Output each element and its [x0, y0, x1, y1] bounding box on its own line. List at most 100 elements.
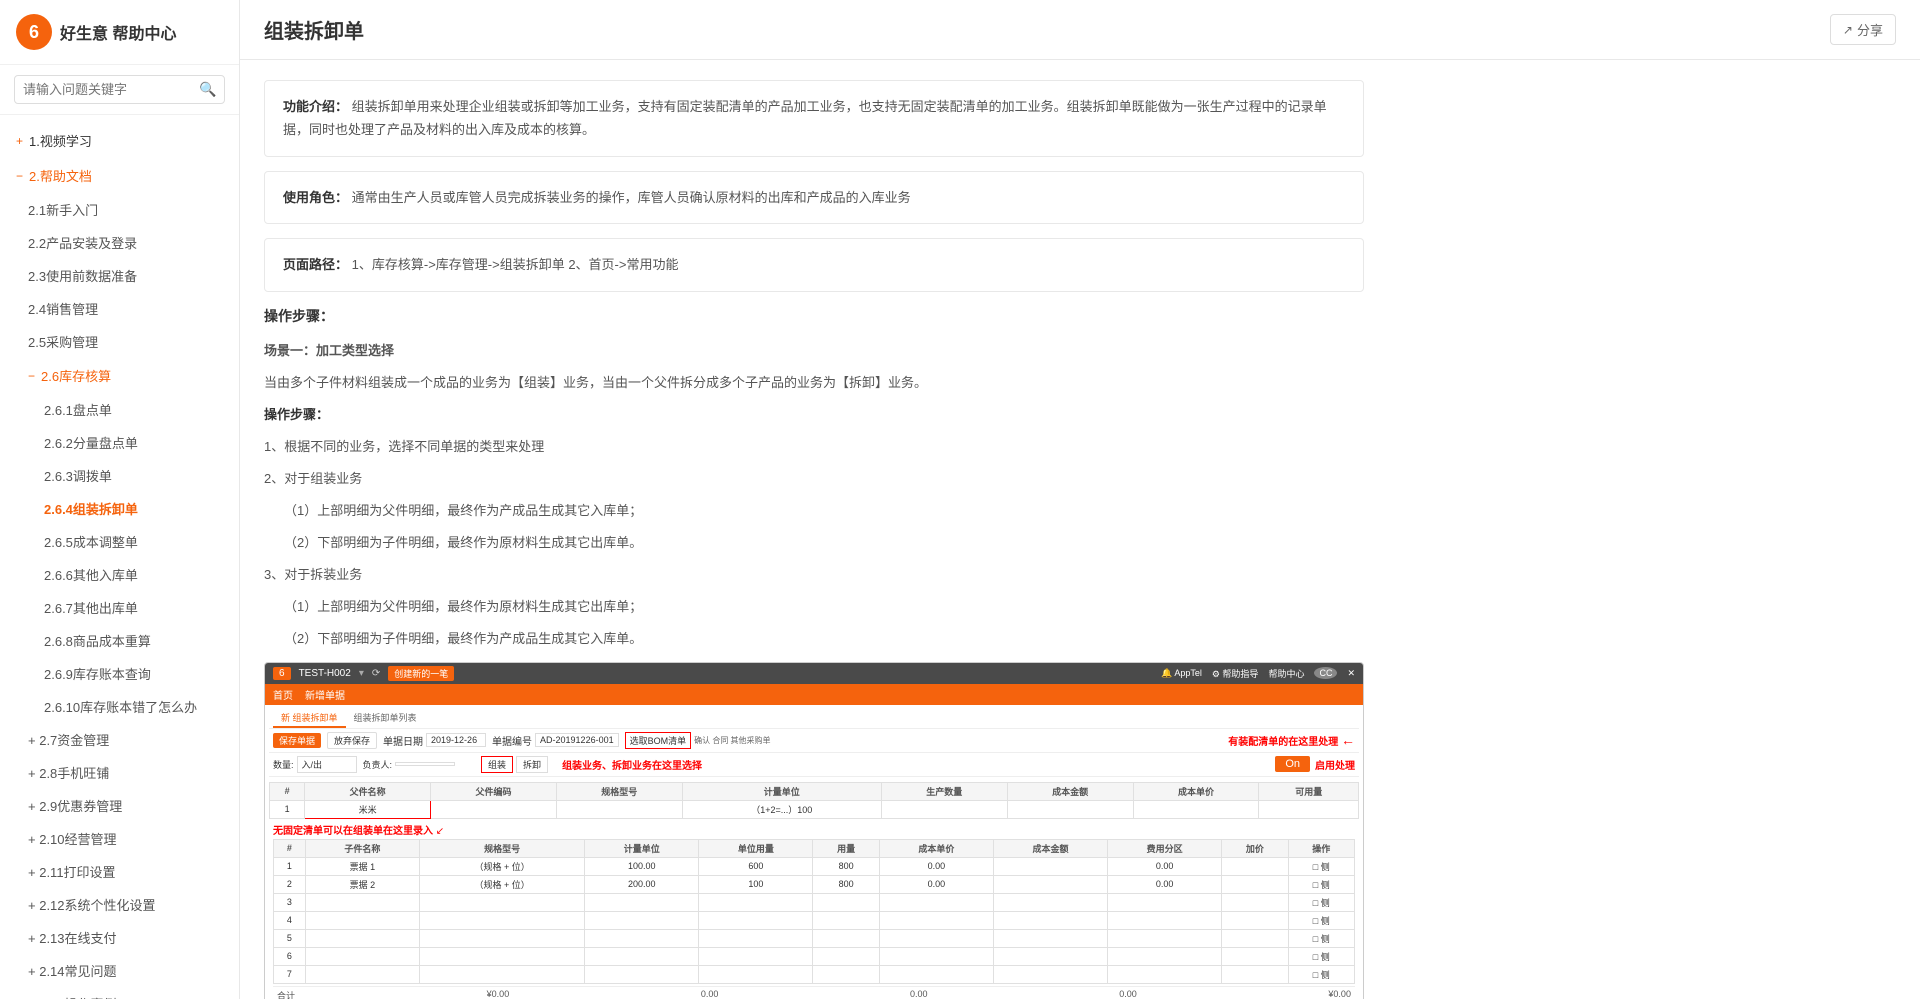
sidebar-item-coupon[interactable]: + 2.9优惠券管理	[0, 789, 239, 822]
share-icon: ↗	[1843, 23, 1853, 37]
logo-area: 6 好生意 帮助中心	[0, 0, 239, 65]
table-row: 1 票据 1 （规格 + 位） 100.00 600 800 0.00 0.00	[274, 857, 1355, 875]
scene1-steps-title: 操作步骤：	[264, 402, 1364, 428]
ss-date-field: 单据日期 2019-12-26	[383, 733, 486, 748]
ss-enable-area: On 启用处理	[1275, 756, 1355, 772]
collapse-stock-icon: −	[28, 369, 35, 383]
table-row: 5 □ 侧	[274, 929, 1355, 947]
ss-order-field: 单据编号 AD-20191226-001	[492, 733, 619, 748]
sidebar-item-269[interactable]: 2.6.9库存账本查询	[0, 657, 239, 690]
sidebar-item-263[interactable]: 2.6.3调拨单	[0, 459, 239, 492]
ss-person-input[interactable]	[395, 762, 455, 766]
sidebar-item-new[interactable]: 2.1新手入门	[0, 193, 239, 226]
ss-bom-area: 选取BOM清单 确认 合同 其他采购单	[625, 732, 771, 749]
ss-menu-bar: 首页 新增单据	[265, 684, 1363, 705]
sidebar-item-operation[interactable]: + 2.10经营管理	[0, 822, 239, 855]
scene1-step3: 3、对于拆装业务	[264, 562, 1364, 588]
ss-person-field: 负责人:	[363, 758, 456, 771]
sidebar-item-purchase[interactable]: 2.5采购管理	[0, 325, 239, 358]
path-text: 1、库存核算->库存管理->组装拆卸单 2、首页->常用功能	[352, 257, 679, 272]
ss-new-order-btn[interactable]: 创建新的一笔	[388, 666, 454, 681]
nav-list: + 1.视频学习 − 2.帮助文档 2.1新手入门 2.2产品安装及登录 2.3…	[0, 115, 239, 999]
on-badge[interactable]: On	[1275, 756, 1310, 772]
collapse-icon: −	[16, 169, 23, 183]
path-block: 页面路径： 1、库存核算->库存管理->组装拆卸单 2、首页->常用功能	[264, 238, 1364, 291]
page-title: 组装拆卸单	[264, 15, 364, 44]
sidebar-item-262[interactable]: 2.6.2分量盘点单	[0, 426, 239, 459]
ss-table-area: # 父件名称 父件编码 规格型号 计量单位 生产数量 成本金额 成本单价 可用量	[269, 780, 1359, 819]
sidebar-item-267[interactable]: 2.6.7其他出库单	[0, 591, 239, 624]
role-text: 通常由生产人员或库管人员完成拆装业务的操作，库管人员确认原材料的出库和产成品的入…	[352, 190, 911, 205]
ss-order-input[interactable]: AD-20191226-001	[535, 733, 619, 747]
ss-bom-btn[interactable]: 选取BOM清单	[625, 732, 692, 749]
role-block: 使用角色： 通常由生产人员或库管人员完成拆装业务的操作，库管人员确认原材料的出库…	[264, 171, 1364, 224]
ss-item-name[interactable]: 米米	[305, 800, 431, 818]
sidebar-item-264[interactable]: 2.6.4组装拆卸单	[0, 492, 239, 525]
app-name: 好生意 帮助中心	[60, 20, 176, 44]
ss-btn-save[interactable]: 保存单据	[273, 733, 321, 748]
scene1-step2a: （1）上部明细为父件明细，最终作为产成品生成其它入库单；	[264, 498, 1364, 524]
logo-icon: 6	[16, 14, 52, 50]
ss-arrow-down: ↙	[436, 826, 444, 837]
ss-dropdown-icon: ▾	[359, 668, 364, 679]
arrow-icon: ←	[1341, 732, 1355, 748]
sidebar-item-video[interactable]: + 1.视频学习	[0, 123, 239, 158]
sidebar-item-261[interactable]: 2.6.1盘点单	[0, 393, 239, 426]
ss-right-icons: 🔔 AppTel ⚙ 帮助指导 帮助中心 CC ✕	[1161, 667, 1355, 680]
ss-upper-table: # 父件名称 父件编码 规格型号 计量单位 生产数量 成本金额 成本单价 可用量	[269, 780, 1359, 819]
search-input[interactable]	[23, 82, 199, 97]
scene1-step3a: （1）上部明细为父件明细，最终作为原材料生成其它出库单；	[264, 594, 1364, 620]
ss-annotation2: 组装业务、拆卸业务在这里选择	[562, 757, 702, 772]
sidebar-item-finance[interactable]: + 2.7资金管理	[0, 723, 239, 756]
sidebar-item-265[interactable]: 2.6.5成本调整单	[0, 525, 239, 558]
sidebar-item-stock[interactable]: − 2.6库存核算	[0, 358, 239, 393]
search-box[interactable]: 🔍	[14, 75, 225, 104]
ss-qty-input[interactable]: 入/出	[297, 756, 357, 773]
sidebar-item-faq[interactable]: + 2.14常见问题	[0, 954, 239, 987]
expand-icon: +	[16, 134, 23, 148]
sidebar: 6 好生意 帮助中心 🔍 + 1.视频学习 − 2.帮助文档 2.1新手入门 2…	[0, 0, 240, 999]
ss-tab-row: 新 组装拆卸单 组装拆卸单列表	[269, 709, 1359, 729]
sidebar-item-2610[interactable]: 2.6.10库存账本错了怎么办	[0, 690, 239, 723]
ops-title: 操作步骤：	[264, 306, 1364, 326]
main-area: 组装拆卸单 ↗ 分享 功能介绍： 组装拆卸单用来处理企业组装或拆卸等加工业务，支…	[240, 0, 1920, 999]
sidebar-item-system[interactable]: + 2.12系统个性化设置	[0, 888, 239, 921]
ss-title-bar: 6 TEST-H002 ▾ ⟳ 创建新的一笔 🔔 AppTel ⚙ 帮助指导 帮…	[265, 663, 1363, 684]
table-row: 3 □ 侧	[274, 893, 1355, 911]
search-icon[interactable]: 🔍	[199, 81, 216, 98]
ss-date-input[interactable]: 2019-12-26	[426, 733, 486, 747]
table-row: 7 □ 侧	[274, 965, 1355, 983]
ss-type-selector: 组装 拆卸	[481, 756, 548, 773]
sidebar-item-cases[interactable]: + 2.15操作案例	[0, 987, 239, 999]
share-button[interactable]: ↗ 分享	[1830, 14, 1896, 45]
content-area: 功能介绍： 组装拆卸单用来处理企业组装或拆卸等加工业务，支持有固定装配清单的产品…	[240, 60, 1920, 999]
ss-toolbar-row2: 数量: 入/出 负责人: 组装 拆卸 组装业务、拆卸业务在这里选择	[269, 753, 1359, 777]
ss-qty-field: 数量: 入/出	[273, 756, 357, 773]
sidebar-item-install[interactable]: 2.2产品安装及登录	[0, 226, 239, 259]
screenshot-block: 6 TEST-H002 ▾ ⟳ 创建新的一笔 🔔 AppTel ⚙ 帮助指导 帮…	[264, 662, 1364, 999]
sidebar-item-data[interactable]: 2.3使用前数据准备	[0, 259, 239, 292]
func-intro-label: 功能介绍：	[283, 99, 348, 114]
ss-tab-list[interactable]: 组装拆卸单列表	[346, 709, 425, 728]
sidebar-item-payment[interactable]: + 2.13在线支付	[0, 921, 239, 954]
sidebar-item-268[interactable]: 2.6.8商品成本重算	[0, 624, 239, 657]
ss-btn-cancel[interactable]: 放弃保存	[327, 732, 377, 749]
table-row: 1 米米 （1+2=...）100	[270, 800, 1359, 818]
ss-annotation4-area: 无固定清单可以在组装单在这里录入 ↙	[269, 822, 1359, 837]
ss-sync-icon: ⟳	[372, 668, 380, 679]
ss-lower-table-area: # 子件名称 规格型号 计量单位 单位用量 用量 成本单价 成本金额 费用分区	[269, 839, 1359, 999]
scene1-title: 场景一：加工类型选择	[264, 338, 1364, 364]
ss-assemble-btn[interactable]: 组装	[481, 756, 513, 773]
sidebar-item-docs[interactable]: − 2.帮助文档	[0, 158, 239, 193]
sidebar-item-print[interactable]: + 2.11打印设置	[0, 855, 239, 888]
table-row: 6 □ 侧	[274, 947, 1355, 965]
scene1-step2: 2、对于组装业务	[264, 466, 1364, 492]
sidebar-item-mobile[interactable]: + 2.8手机旺铺	[0, 756, 239, 789]
scene1-step2b: （2）下部明细为子件明细，最终作为原材料生成其它出库单。	[264, 530, 1364, 556]
ss-tab-new[interactable]: 新 组装拆卸单	[273, 709, 346, 728]
ss-disassemble-btn[interactable]: 拆卸	[516, 756, 548, 773]
search-area: 🔍	[0, 65, 239, 115]
sidebar-item-sales[interactable]: 2.4销售管理	[0, 292, 239, 325]
path-label: 页面路径：	[283, 257, 348, 272]
sidebar-item-266[interactable]: 2.6.6其他入库单	[0, 558, 239, 591]
